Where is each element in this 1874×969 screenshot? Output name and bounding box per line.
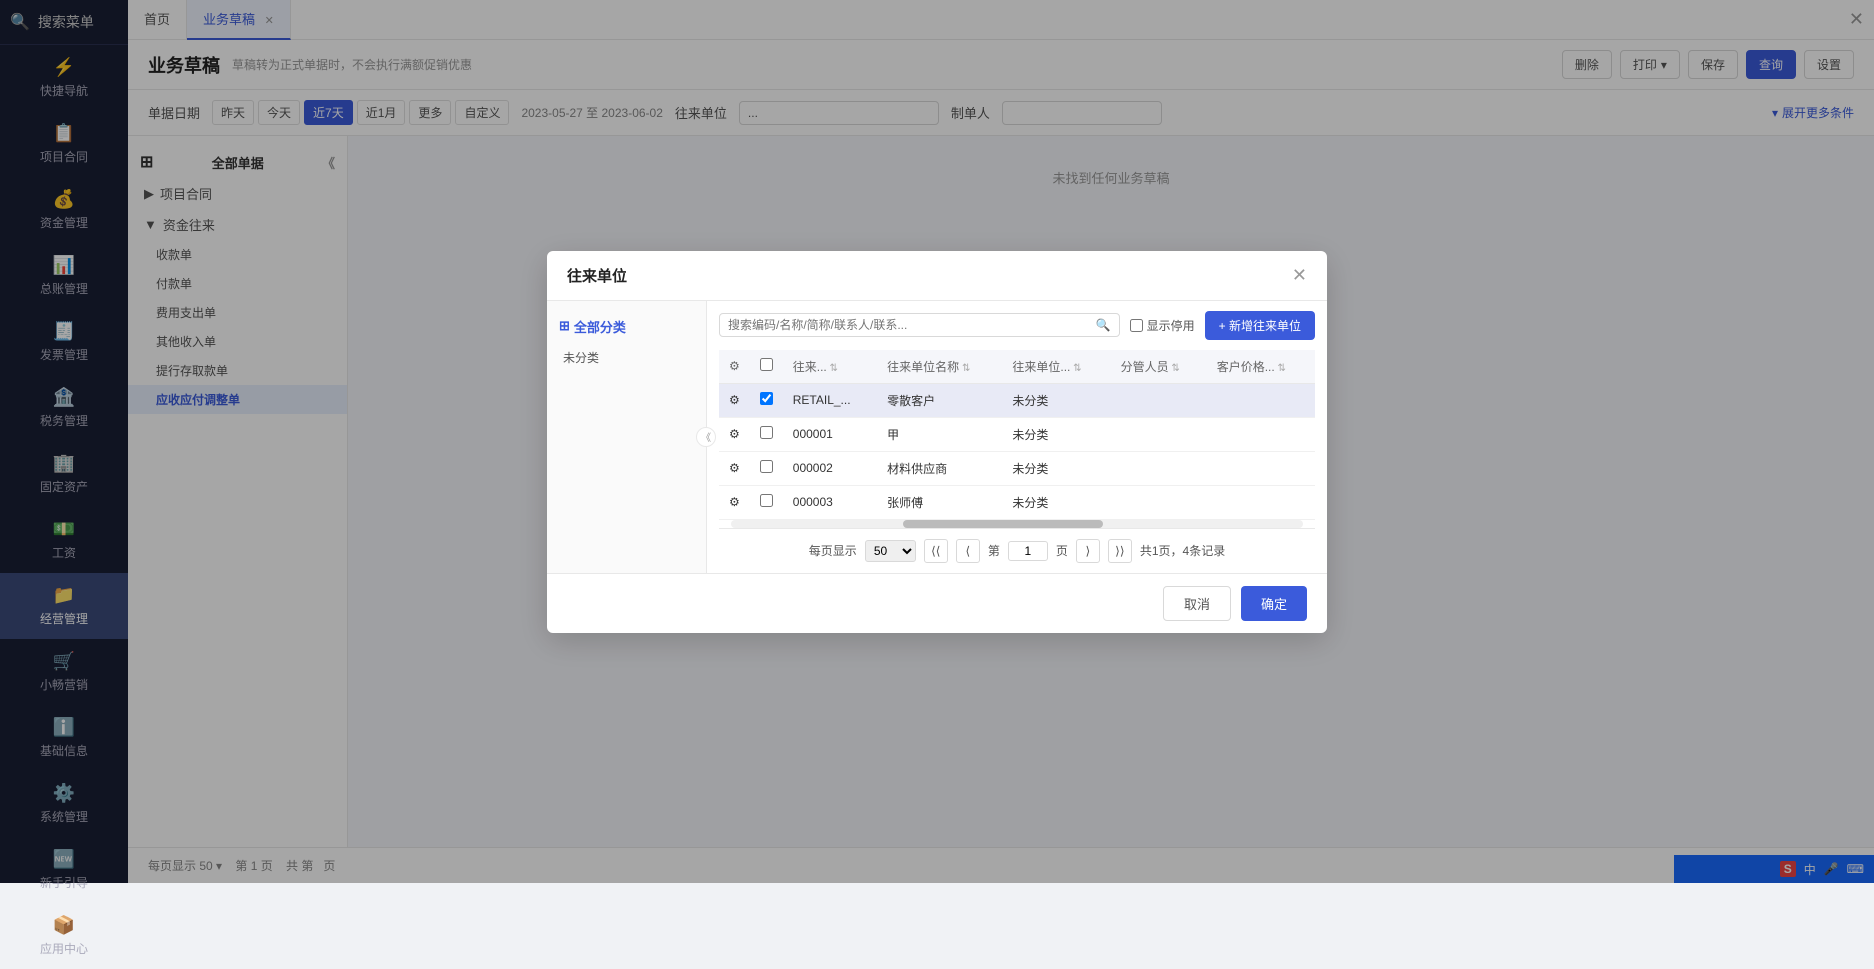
row-settings[interactable]: ⚙ — [719, 417, 750, 451]
page-label: 第 — [988, 542, 1000, 559]
add-partner-button[interactable]: + 新增往来单位 — [1205, 311, 1315, 340]
row-checkbox-cell[interactable] — [750, 485, 783, 519]
modal-actions: 取消 确定 — [547, 573, 1327, 633]
modal-pagination: 每页显示 50 100 ⟨⟨ ⟨ 第 页 ⟩ ⟩⟩ 共1页，4条记录 — [719, 528, 1315, 573]
per-page-select[interactable]: 50 100 — [865, 540, 916, 562]
modal-search-input[interactable] — [728, 318, 1090, 332]
row-manager — [1111, 383, 1207, 417]
page-number-input[interactable] — [1008, 541, 1048, 561]
row-code: RETAIL_... — [783, 383, 877, 417]
modal-close-button[interactable]: ✕ — [1292, 265, 1307, 286]
modal-left-collapse-btn[interactable]: 《 — [696, 427, 716, 447]
row-settings[interactable]: ⚙ — [719, 383, 750, 417]
modal-overlay[interactable]: 往来单位 ✕ ⊞ 全部分类 未分类 《 🔍 — [0, 0, 1874, 883]
grid-icon: ⊞ — [559, 318, 570, 334]
modal-title: 往来单位 — [567, 265, 627, 286]
table-row[interactable]: ⚙ RETAIL_... 零散客户 未分类 — [719, 383, 1315, 417]
row-category: 未分类 — [1002, 417, 1110, 451]
table-row[interactable]: ⚙ 000002 材料供应商 未分类 — [719, 451, 1315, 485]
row-name: 零散客户 — [877, 383, 1002, 417]
row-manager — [1111, 417, 1207, 451]
row-name: 材料供应商 — [877, 451, 1002, 485]
table-checkbox-header[interactable] — [750, 350, 783, 384]
table-col-category[interactable]: 往来单位... — [1002, 350, 1110, 384]
scrollbar-thumb — [903, 520, 1103, 528]
modal-toolbar: 🔍 显示停用 + 新增往来单位 — [719, 311, 1315, 340]
modal-category-header: ⊞ 全部分类 — [547, 311, 706, 342]
row-price — [1207, 417, 1315, 451]
row-price — [1207, 451, 1315, 485]
row-code: 000001 — [783, 417, 877, 451]
confirm-button[interactable]: 确定 — [1241, 586, 1307, 621]
total-pages-text: 共1页，4条记录 — [1140, 542, 1225, 559]
row-manager — [1111, 451, 1207, 485]
sidebar-item-label: 应用中心 — [40, 940, 88, 957]
row-manager — [1111, 485, 1207, 519]
row-price — [1207, 383, 1315, 417]
table-col-code[interactable]: 往来... — [783, 350, 877, 384]
row-checkbox-cell[interactable] — [750, 383, 783, 417]
row-code: 000003 — [783, 485, 877, 519]
modal-right-panel: 🔍 显示停用 + 新增往来单位 ⚙ — [707, 301, 1327, 573]
row-checkbox[interactable] — [760, 392, 773, 405]
prev-page-btn[interactable]: ⟨ — [956, 539, 980, 563]
table-horizontal-scrollbar[interactable] — [731, 520, 1303, 528]
partner-modal: 往来单位 ✕ ⊞ 全部分类 未分类 《 🔍 — [547, 251, 1327, 633]
table-col-name[interactable]: 往来单位名称 — [877, 350, 1002, 384]
row-name: 甲 — [877, 417, 1002, 451]
modal-partner-table: ⚙ 往来... 往来单位名称 往来单位... 分管人员 客户价格... — [719, 350, 1315, 520]
modal-category-panel: ⊞ 全部分类 未分类 《 — [547, 301, 707, 573]
row-settings[interactable]: ⚙ — [719, 485, 750, 519]
table-col-manager[interactable]: 分管人员 — [1111, 350, 1207, 384]
next-page-btn[interactable]: ⟩ — [1076, 539, 1100, 563]
last-page-btn[interactable]: ⟩⟩ — [1108, 539, 1132, 563]
cancel-button[interactable]: 取消 — [1163, 586, 1231, 621]
row-checkbox-cell[interactable] — [750, 451, 783, 485]
row-category: 未分类 — [1002, 451, 1110, 485]
modal-category-unclassified[interactable]: 未分类 — [547, 342, 706, 373]
table-settings-header[interactable]: ⚙ — [719, 350, 750, 384]
first-page-btn[interactable]: ⟨⟨ — [924, 539, 948, 563]
row-name: 张师傅 — [877, 485, 1002, 519]
show-disabled-checkbox[interactable] — [1130, 319, 1143, 332]
modal-search-box[interactable]: 🔍 — [719, 313, 1120, 337]
sidebar-item-app-center[interactable]: 📦 应用中心 — [0, 903, 128, 969]
row-checkbox-cell[interactable] — [750, 417, 783, 451]
per-page-label: 每页显示 — [809, 542, 857, 559]
show-disabled-checkbox-group: 显示停用 — [1130, 317, 1195, 334]
select-all-checkbox[interactable] — [760, 358, 773, 371]
row-checkbox[interactable] — [760, 494, 773, 507]
row-settings[interactable]: ⚙ — [719, 451, 750, 485]
row-code: 000002 — [783, 451, 877, 485]
page-label-2: 页 — [1056, 542, 1068, 559]
row-price — [1207, 485, 1315, 519]
row-checkbox[interactable] — [760, 460, 773, 473]
modal-header: 往来单位 ✕ — [547, 251, 1327, 301]
modal-body: ⊞ 全部分类 未分类 《 🔍 显示停用 — [547, 301, 1327, 573]
modal-table-scroll[interactable]: ⚙ 往来... 往来单位名称 往来单位... 分管人员 客户价格... — [719, 350, 1315, 520]
row-checkbox[interactable] — [760, 426, 773, 439]
table-col-price[interactable]: 客户价格... — [1207, 350, 1315, 384]
table-row[interactable]: ⚙ 000003 张师傅 未分类 — [719, 485, 1315, 519]
row-category: 未分类 — [1002, 485, 1110, 519]
row-category: 未分类 — [1002, 383, 1110, 417]
table-row[interactable]: ⚙ 000001 甲 未分类 — [719, 417, 1315, 451]
search-icon: 🔍 — [1096, 318, 1111, 332]
app-center-icon: 📦 — [53, 915, 75, 936]
